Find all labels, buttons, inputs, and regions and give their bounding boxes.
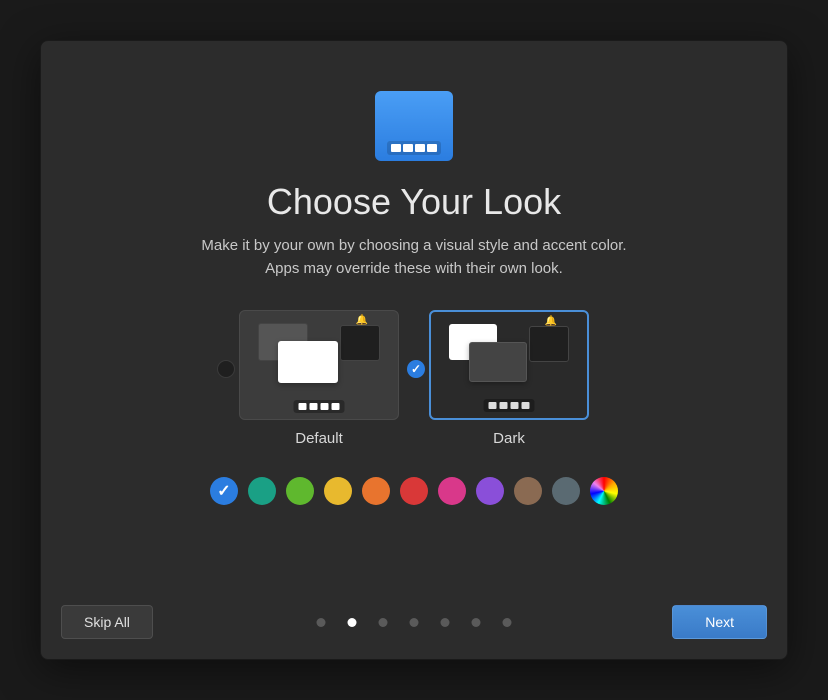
accent-brown[interactable] bbox=[514, 477, 542, 505]
theme-label-default: Default bbox=[295, 430, 343, 447]
pagination-dots bbox=[317, 618, 512, 627]
preview-window bbox=[529, 326, 569, 362]
theme-radio-dark[interactable] bbox=[407, 360, 425, 378]
preview-window bbox=[278, 341, 338, 383]
theme-preview-dark[interactable]: 🔔 bbox=[429, 310, 589, 420]
accent-red[interactable] bbox=[400, 477, 428, 505]
page-dot-1[interactable] bbox=[317, 618, 326, 627]
theme-option-default[interactable]: 🔔 Default bbox=[239, 310, 399, 447]
accent-purple[interactable] bbox=[476, 477, 504, 505]
preview-dock bbox=[484, 399, 535, 412]
page-subtitle: Make it by your own by choosing a visual… bbox=[201, 235, 626, 280]
footer: Skip All Next bbox=[61, 605, 767, 639]
page-dot-3[interactable] bbox=[379, 618, 388, 627]
theme-option-dark[interactable]: 🔔 Dark bbox=[429, 310, 589, 447]
page-title: Choose Your Look bbox=[267, 181, 561, 223]
subtitle-line-2: Apps may override these with their own l… bbox=[265, 260, 563, 277]
onboarding-window: Choose Your Look Make it by your own by … bbox=[40, 40, 788, 660]
accent-yellow[interactable] bbox=[324, 477, 352, 505]
page-dot-4[interactable] bbox=[410, 618, 419, 627]
accent-multicolor[interactable] bbox=[590, 477, 618, 505]
next-button[interactable]: Next bbox=[672, 605, 767, 639]
skip-all-button[interactable]: Skip All bbox=[61, 605, 153, 639]
accent-color-selector bbox=[210, 477, 618, 505]
subtitle-line-1: Make it by your own by choosing a visual… bbox=[201, 237, 626, 254]
preview-window bbox=[469, 342, 527, 382]
theme-preview-default[interactable]: 🔔 bbox=[239, 310, 399, 420]
preview-dock bbox=[294, 400, 345, 413]
accent-teal[interactable] bbox=[248, 477, 276, 505]
page-dot-5[interactable] bbox=[441, 618, 450, 627]
page-dot-6[interactable] bbox=[472, 618, 481, 627]
dock-icon-graphic bbox=[387, 141, 441, 155]
theme-radio-default[interactable] bbox=[217, 360, 235, 378]
accent-blue[interactable] bbox=[210, 477, 238, 505]
dock-app-icon bbox=[375, 91, 453, 161]
page-dot-2[interactable] bbox=[348, 618, 357, 627]
theme-selector: 🔔 Default 🔔 bbox=[239, 310, 589, 447]
accent-pink[interactable] bbox=[438, 477, 466, 505]
theme-label-dark: Dark bbox=[493, 430, 525, 447]
page-dot-7[interactable] bbox=[503, 618, 512, 627]
accent-slate[interactable] bbox=[552, 477, 580, 505]
preview-window bbox=[340, 325, 380, 361]
accent-green[interactable] bbox=[286, 477, 314, 505]
accent-orange[interactable] bbox=[362, 477, 390, 505]
